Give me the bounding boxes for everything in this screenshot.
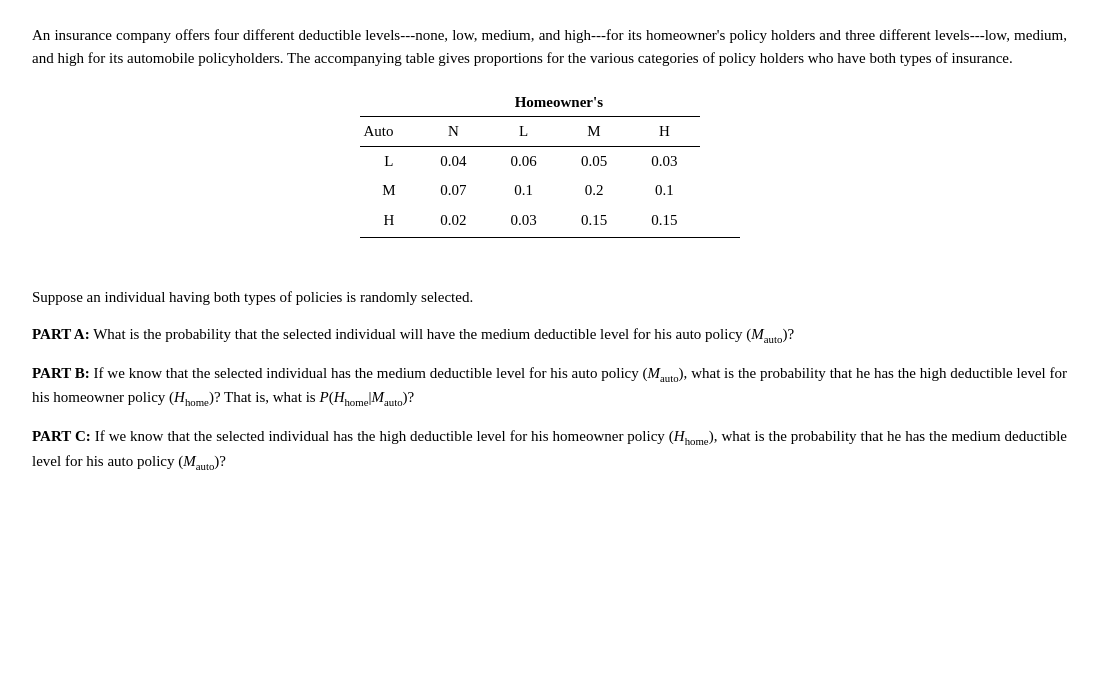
part-a-text: What is the probability that the selecte…: [93, 326, 794, 342]
col-header-H: H: [629, 116, 699, 146]
table-cell-auto: H: [360, 206, 419, 237]
part-c-label: PART C:: [32, 428, 91, 444]
table-row: M0.070.10.20.1: [360, 176, 700, 205]
probability-table: Homeowner's Auto N L M H L0.040.060.050.…: [360, 91, 700, 237]
table-cell-H: 0.1: [629, 176, 699, 205]
part-b-label: PART B:: [32, 365, 90, 381]
table-cell-auto: M: [360, 176, 419, 205]
table-cell-N: 0.07: [418, 176, 488, 205]
col-header-M: M: [559, 116, 629, 146]
table-cell-M: 0.15: [559, 206, 629, 237]
part-b: PART B: If we know that the selected ind…: [32, 362, 1067, 411]
table-cell-auto: L: [360, 147, 419, 177]
col-header-auto: Auto: [360, 116, 419, 146]
intro-paragraph: An insurance company offers four differe…: [32, 24, 1067, 71]
part-a-label: PART A:: [32, 326, 90, 342]
suppose-paragraph: Suppose an individual having both types …: [32, 286, 1067, 309]
homeowners-header: Homeowner's: [418, 91, 699, 117]
table-cell-N: 0.02: [418, 206, 488, 237]
table-cell-H: 0.03: [629, 147, 699, 177]
part-b-text: If we know that the selected individual …: [32, 365, 1067, 406]
col-header-L: L: [489, 116, 559, 146]
col-header-N: N: [418, 116, 488, 146]
table-cell-L: 0.1: [489, 176, 559, 205]
table-cell-N: 0.04: [418, 147, 488, 177]
part-a: PART A: What is the probability that the…: [32, 323, 1067, 348]
table-row: H0.020.030.150.15: [360, 206, 700, 237]
table-cell-M: 0.05: [559, 147, 629, 177]
table-cell-M: 0.2: [559, 176, 629, 205]
table-cell-L: 0.03: [489, 206, 559, 237]
table-cell-H: 0.15: [629, 206, 699, 237]
table-bottom-border: [360, 237, 740, 238]
table-row: L0.040.060.050.03: [360, 147, 700, 177]
part-c-text: If we know that the selected individual …: [32, 428, 1067, 469]
table-cell-L: 0.06: [489, 147, 559, 177]
part-c: PART C: If we know that the selected ind…: [32, 425, 1067, 474]
data-table-container: Homeowner's Auto N L M H L0.040.060.050.…: [32, 91, 1067, 258]
